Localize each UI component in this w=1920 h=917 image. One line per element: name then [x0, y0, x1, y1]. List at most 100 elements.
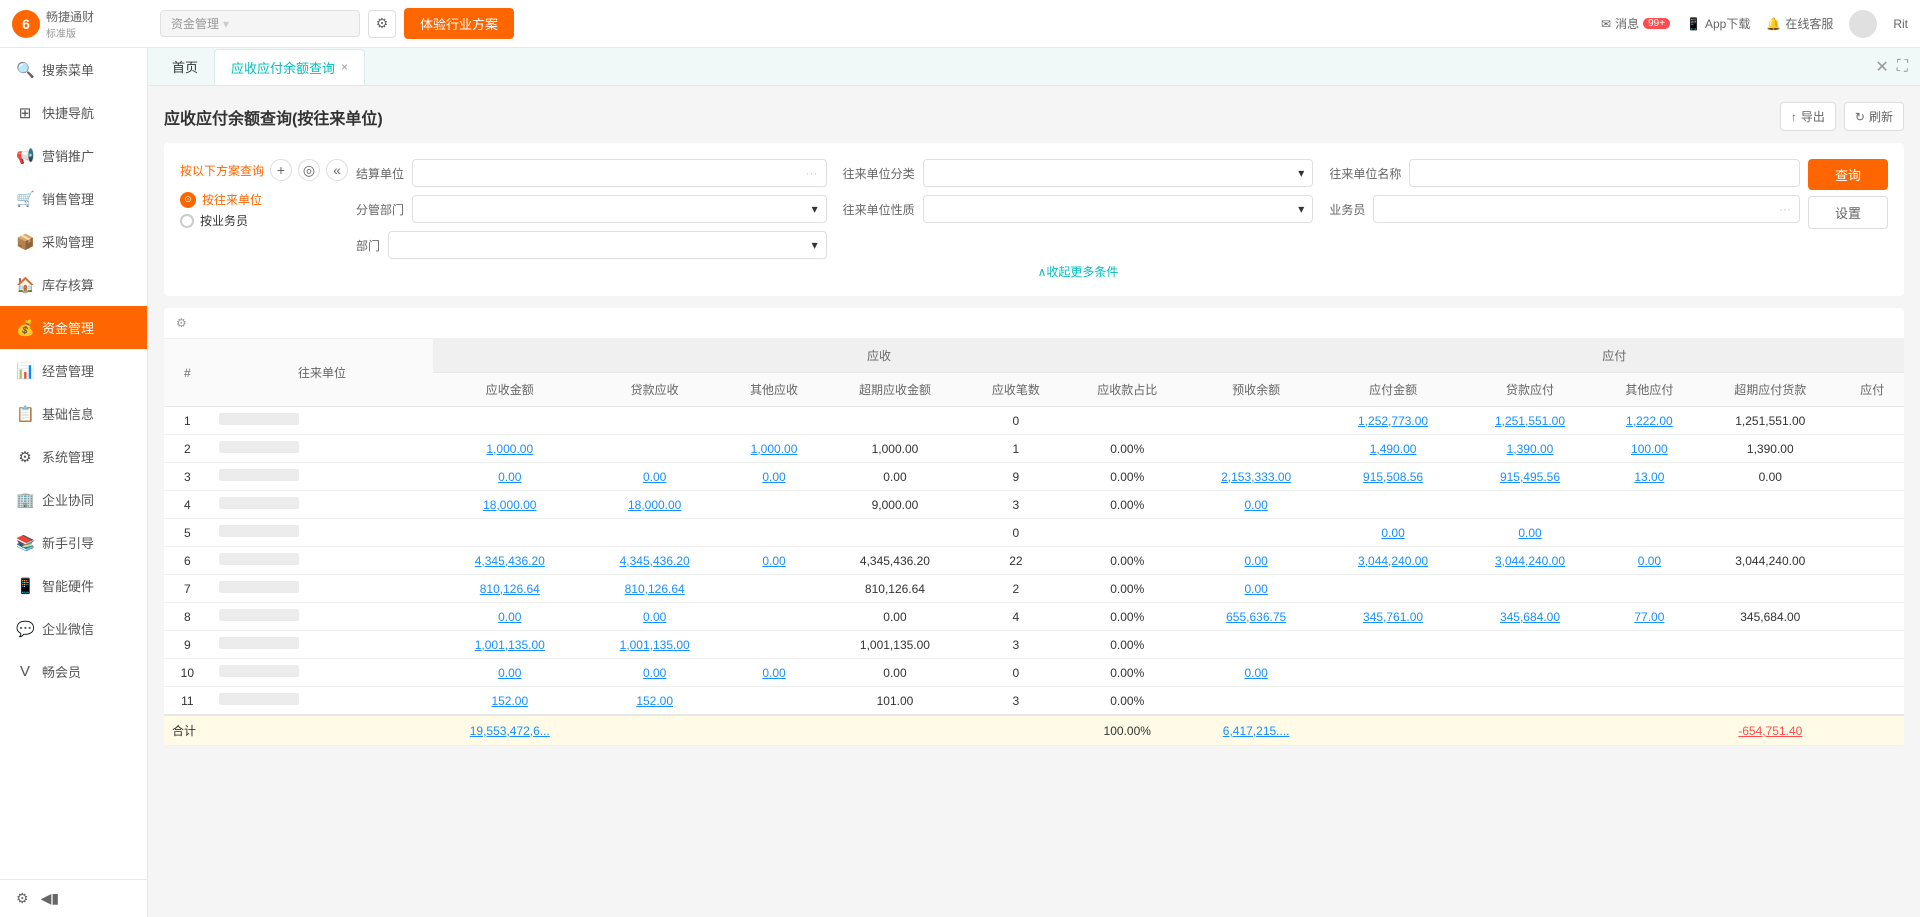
sidebar-label-hardware: 智能硬件 [42, 576, 94, 595]
filter-add-button[interactable]: + [270, 159, 292, 181]
sidebar-label-wechat: 企业微信 [42, 619, 94, 638]
breadcrumb[interactable]: 资金管理 ▾ [160, 10, 360, 37]
sidebar-item-purchase[interactable]: 📦 采购管理 [0, 220, 147, 263]
setting-button[interactable]: 设置 [1808, 196, 1888, 229]
table-settings-icon[interactable]: ⚙ [176, 316, 187, 330]
filter-option-by_staff[interactable]: 按业务员 [180, 212, 348, 229]
category-arrow-icon: ▾ [1298, 166, 1304, 180]
footer-recv-ratio: 100.00% [1067, 715, 1188, 746]
sidebar-label-finance: 资金管理 [42, 318, 94, 337]
table-container: ⚙ # 往来单位 应收 应付 应收金额 贷款应收 其他应收 [164, 308, 1904, 746]
dept-label: 分管部门 [356, 201, 404, 218]
filter-edit-button[interactable]: ◎ [298, 159, 320, 181]
filter-field-nature: 往来单位性质 ▾ [843, 195, 1314, 223]
tab-bar: 首页 应收应付余额查询 × ✕ ⛶ [148, 48, 1920, 86]
page-title-bar: 应收应付余额查询(按往来单位) ↑ 导出 ↻ 刷新 [164, 102, 1904, 131]
settings-button[interactable]: ⚙ [368, 10, 396, 38]
table-row: 64,345,436.204,345,436.200.004,345,436.2… [164, 547, 1904, 575]
filter-fields: 结算单位 ··· 往来单位分类 ▾ [356, 159, 1800, 259]
sidebar-item-nav[interactable]: ⊞ 快捷导航 [0, 91, 147, 134]
footer-recv-amt[interactable]: 19,553,472,6... [433, 715, 586, 746]
department-select[interactable]: ▾ [388, 231, 827, 259]
tab-close-button[interactable]: × [341, 60, 348, 74]
window-controls: ✕ ⛶ [1875, 57, 1912, 77]
tab-active-label: 应收应付余额查询 [231, 58, 335, 77]
query-button[interactable]: 查询 [1808, 159, 1888, 190]
window-maximize-icon[interactable]: ⛶ [1897, 58, 1908, 76]
hardware-icon: 📱 [16, 577, 34, 595]
sidebar-item-inventory[interactable]: 🏠 库存核算 [0, 263, 147, 306]
sidebar-label-search: 搜索菜单 [42, 60, 94, 79]
unitname-input[interactable] [1409, 159, 1800, 187]
promo-button[interactable]: 体验行业方案 [404, 8, 514, 39]
collapse-button[interactable]: ∧ 收起更多条件 [356, 263, 1800, 280]
sidebar-label-marketing: 营销推广 [42, 146, 94, 165]
footer-recv-loan [586, 715, 723, 746]
sidebar-item-operation[interactable]: 📊 经营管理 [0, 349, 147, 392]
group-receivable-header: 应收 [433, 339, 1324, 373]
header-right: ✉ 消息 99+ 📱 App下载 🔔 在线客服 Rit [1601, 10, 1908, 38]
sidebar: 🔍 搜索菜单 ⊞ 快捷导航 📢 营销推广 🛒 销售管理 📦 采购管理 🏠 库存核… [0, 48, 148, 917]
filter-collapse-button[interactable]: « [326, 159, 348, 181]
sidebar-item-guide[interactable]: 📚 新手引导 [0, 521, 147, 564]
query-btn-area: 查询 设置 [1808, 159, 1888, 229]
sidebar-label-system: 系统管理 [42, 447, 94, 466]
dept-select[interactable]: ▾ [412, 195, 827, 223]
sidebar-item-member[interactable]: V 畅会员 [0, 650, 147, 693]
tab-active[interactable]: 应收应付余额查询 × [214, 49, 365, 85]
sidebar-item-basic[interactable]: 📋 基础信息 [0, 392, 147, 435]
message-button[interactable]: ✉ 消息 99+ [1601, 15, 1670, 32]
nav-icon: ⊞ [16, 104, 34, 122]
salesman-dots-icon: ··· [1779, 202, 1791, 216]
filter-option-label-by_unit: 按往来单位 [202, 191, 262, 208]
app-download-label: App下载 [1705, 15, 1750, 32]
footer-pay-overdue[interactable]: -654,751.40 [1700, 715, 1840, 746]
sidebar-settings-icon[interactable]: ⚙ [16, 890, 29, 907]
table-row: 101,252,773.001,251,551.001,222.001,251,… [164, 407, 1904, 435]
nature-arrow-icon: ▾ [1298, 202, 1304, 216]
col-recv-prepaid: 预收余额 [1188, 373, 1325, 407]
sidebar-label-inventory: 库存核算 [42, 275, 94, 294]
sidebar-item-sales[interactable]: 🛒 销售管理 [0, 177, 147, 220]
sidebar-item-marketing[interactable]: 📢 营销推广 [0, 134, 147, 177]
sidebar-item-enterprise[interactable]: 🏢 企业协同 [0, 478, 147, 521]
edition-badge: 标准版 [46, 25, 94, 40]
page-title: 应收应付余额查询(按往来单位) [164, 105, 383, 129]
refresh-icon: ↻ [1855, 110, 1865, 124]
sidebar-item-wechat[interactable]: 💬 企业微信 [0, 607, 147, 650]
sidebar-item-hardware[interactable]: 📱 智能硬件 [0, 564, 147, 607]
message-label: 消息 [1615, 15, 1639, 32]
table-row: 80.000.000.0040.00%655,636.75345,761.003… [164, 603, 1904, 631]
sidebar-item-search[interactable]: 🔍 搜索菜单 [0, 48, 147, 91]
sidebar-collapse-icon[interactable]: ◀▮ [41, 890, 59, 907]
footer-recv-prepaid[interactable]: 6,417,215.... [1188, 715, 1325, 746]
filter-radio-by_staff [180, 214, 194, 228]
online-service-button[interactable]: 🔔 在线客服 [1766, 15, 1833, 32]
table-row: 11152.00152.00101.0030.00% [164, 687, 1904, 716]
window-close-icon[interactable]: ✕ [1875, 57, 1888, 77]
col-pay-loan: 贷款应付 [1462, 373, 1599, 407]
filter-field-settlement: 结算单位 ··· [356, 159, 827, 187]
marketing-icon: 📢 [16, 147, 34, 165]
refresh-button[interactable]: ↻ 刷新 [1844, 102, 1904, 131]
filter-option-by_unit[interactable]: ⊙按往来单位 [180, 191, 348, 208]
filter-field-salesman: 业务员 ··· [1329, 195, 1800, 223]
col-pay-overdue: 超期应付货款 [1700, 373, 1840, 407]
page-actions: ↑ 导出 ↻ 刷新 [1780, 102, 1904, 131]
nature-select[interactable]: ▾ [923, 195, 1314, 223]
col-pay-amt: 应付金额 [1325, 373, 1462, 407]
sidebar-item-system[interactable]: ⚙ 系统管理 [0, 435, 147, 478]
tab-home[interactable]: 首页 [156, 49, 214, 84]
sidebar-item-finance[interactable]: 💰 资金管理 [0, 306, 147, 349]
filter-field-dept: 分管部门 ▾ [356, 195, 827, 223]
export-button[interactable]: ↑ 导出 [1780, 102, 1836, 131]
department-arrow-icon: ▾ [812, 238, 818, 252]
search-icon: 🔍 [16, 61, 34, 79]
sidebar-label-purchase: 采购管理 [42, 232, 94, 251]
app-download-button[interactable]: 📱 App下载 [1686, 15, 1750, 32]
settlement-input[interactable]: ··· [412, 159, 827, 187]
col-pay-other: 其他应付 [1598, 373, 1700, 407]
sidebar-label-sales: 销售管理 [42, 189, 94, 208]
salesman-input[interactable]: ··· [1373, 195, 1800, 223]
category-select[interactable]: ▾ [923, 159, 1314, 187]
